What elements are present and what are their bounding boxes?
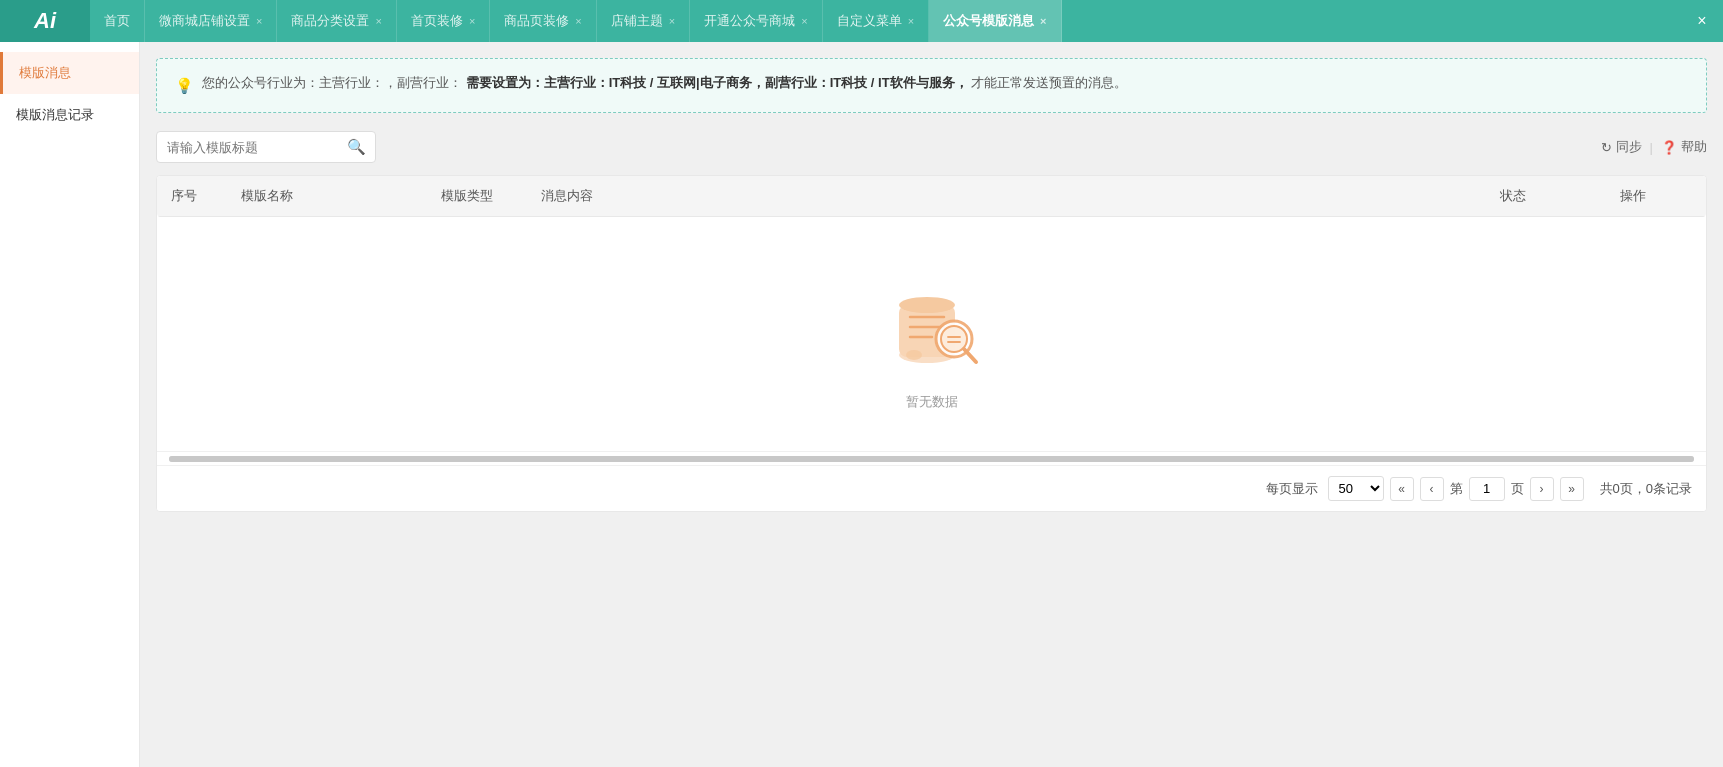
page-prefix: 第 [1450,480,1463,498]
tab-open-mall[interactable]: 开通公众号商城 × [690,0,822,42]
empty-illustration [872,277,992,377]
tab-home-decor[interactable]: 首页装修 × [397,0,490,42]
sync-icon: ↻ [1601,140,1612,155]
sidebar-item-template-log-label: 模版消息记录 [16,107,94,122]
tab-template-msg[interactable]: 公众号模版消息 × [929,0,1061,42]
search-input[interactable] [157,133,337,162]
last-page-button[interactable]: » [1560,477,1584,501]
help-button[interactable]: ❓ 帮助 [1661,138,1707,156]
sync-button[interactable]: ↻ 同步 [1601,138,1642,156]
tab-shop-theme[interactable]: 店铺主题 × [597,0,690,42]
notice-banner: 💡 您的公众号行业为：主营行业：，副营行业： 需要设置为：主营行业：IT科技 /… [156,58,1707,113]
col-type: 模版类型 [427,176,527,217]
search-button[interactable]: 🔍 [337,132,376,162]
content-area: 💡 您的公众号行业为：主营行业：，副营行业： 需要设置为：主营行业：IT科技 /… [140,42,1723,767]
tab-product-decor[interactable]: 商品页装修 × [490,0,596,42]
sidebar-item-template-msg-label: 模版消息 [19,65,71,80]
top-nav: Ai 首页 微商城店铺设置 × 商品分类设置 × 首页装修 × 商品页装修 × … [0,0,1723,42]
col-name: 模版名称 [227,176,427,217]
next-page-button[interactable]: › [1530,477,1554,501]
tab-category-label: 商品分类设置 [291,12,369,30]
data-table-wrap: 序号 模版名称 模版类型 消息内容 状态 操作 [156,175,1707,512]
search-input-wrap: 🔍 [156,131,376,163]
help-label: 帮助 [1681,138,1707,156]
empty-state: 暂无数据 [157,217,1706,451]
col-status: 状态 [1486,176,1606,217]
tab-micro-shop-label: 微商城店铺设置 [159,12,250,30]
tab-micro-shop[interactable]: 微商城店铺设置 × [145,0,277,42]
empty-text: 暂无数据 [906,393,958,411]
tab-template-msg-close[interactable]: × [1040,15,1046,27]
page-size-label: 每页显示 [1266,480,1318,498]
main-layout: 模版消息 模版消息记录 💡 您的公众号行业为：主营行业：，副营行业： 需要设置为… [0,42,1723,767]
tab-custom-menu-label: 自定义菜单 [837,12,902,30]
app-logo: Ai [0,0,90,42]
col-content: 消息内容 [527,176,1486,217]
tab-template-msg-label: 公众号模版消息 [943,12,1034,30]
tab-product-decor-close[interactable]: × [575,15,581,27]
svg-point-12 [906,350,922,360]
col-action: 操作 [1606,176,1706,217]
tab-shop-theme-label: 店铺主题 [611,12,663,30]
first-page-button[interactable]: « [1390,477,1414,501]
tab-micro-shop-close[interactable]: × [256,15,262,27]
col-index: 序号 [157,176,227,217]
toolbar-divider: | [1650,140,1653,155]
scrollbar-row [157,451,1706,465]
tab-home-decor-label: 首页装修 [411,12,463,30]
page-suffix: 页 [1511,480,1524,498]
sidebar-item-template-log[interactable]: 模版消息记录 [0,94,139,136]
scrollbar-thumb[interactable] [169,456,1694,462]
tab-category-close[interactable]: × [375,15,381,27]
svg-point-2 [899,297,955,313]
tab-category[interactable]: 商品分类设置 × [277,0,396,42]
tab-custom-menu[interactable]: 自定义菜单 × [823,0,929,42]
pagination: 每页显示 50 10 20 100 « ‹ 第 页 › » 共0页，0条记录 [157,465,1706,511]
page-size-select[interactable]: 50 10 20 100 [1328,476,1384,501]
tab-home-decor-close[interactable]: × [469,15,475,27]
svg-line-9 [964,349,976,362]
notice-highlight: 需要设置为：主营行业：IT科技 / 互联网|电子商务，副营行业：IT科技 / I… [466,75,968,90]
tab-open-mall-close[interactable]: × [801,15,807,27]
bulb-icon: 💡 [175,74,194,98]
tab-open-mall-label: 开通公众号商城 [704,12,795,30]
sidebar-item-template-msg[interactable]: 模版消息 [0,52,139,94]
page-number-input[interactable] [1469,477,1505,501]
notice-prefix: 您的公众号行业为：主营行业：，副营行业： [202,75,462,90]
sync-label: 同步 [1616,138,1642,156]
sidebar: 模版消息 模版消息记录 [0,42,140,767]
tab-home-label: 首页 [104,12,130,30]
notice-suffix: 才能正常发送预置的消息。 [971,75,1127,90]
tab-custom-menu-close[interactable]: × [908,15,914,27]
table-header-row: 序号 模版名称 模版类型 消息内容 状态 操作 [157,176,1706,217]
prev-page-button[interactable]: ‹ [1420,477,1444,501]
table-header: 序号 模版名称 模版类型 消息内容 状态 操作 [157,176,1706,217]
search-bar: 🔍 ↻ 同步 | ❓ 帮助 [156,131,1707,163]
notice-text: 您的公众号行业为：主营行业：，副营行业： 需要设置为：主营行业：IT科技 / 互… [202,73,1127,94]
tab-product-decor-label: 商品页装修 [504,12,569,30]
toolbar-right: ↻ 同步 | ❓ 帮助 [1601,138,1707,156]
scrollbar-track [169,456,1694,462]
help-icon: ❓ [1661,140,1677,155]
global-close-button[interactable]: × [1681,0,1723,42]
data-table: 序号 模版名称 模版类型 消息内容 状态 操作 [157,176,1706,217]
tab-home[interactable]: 首页 [90,0,145,42]
total-info: 共0页，0条记录 [1600,480,1692,498]
tab-shop-theme-close[interactable]: × [669,15,675,27]
